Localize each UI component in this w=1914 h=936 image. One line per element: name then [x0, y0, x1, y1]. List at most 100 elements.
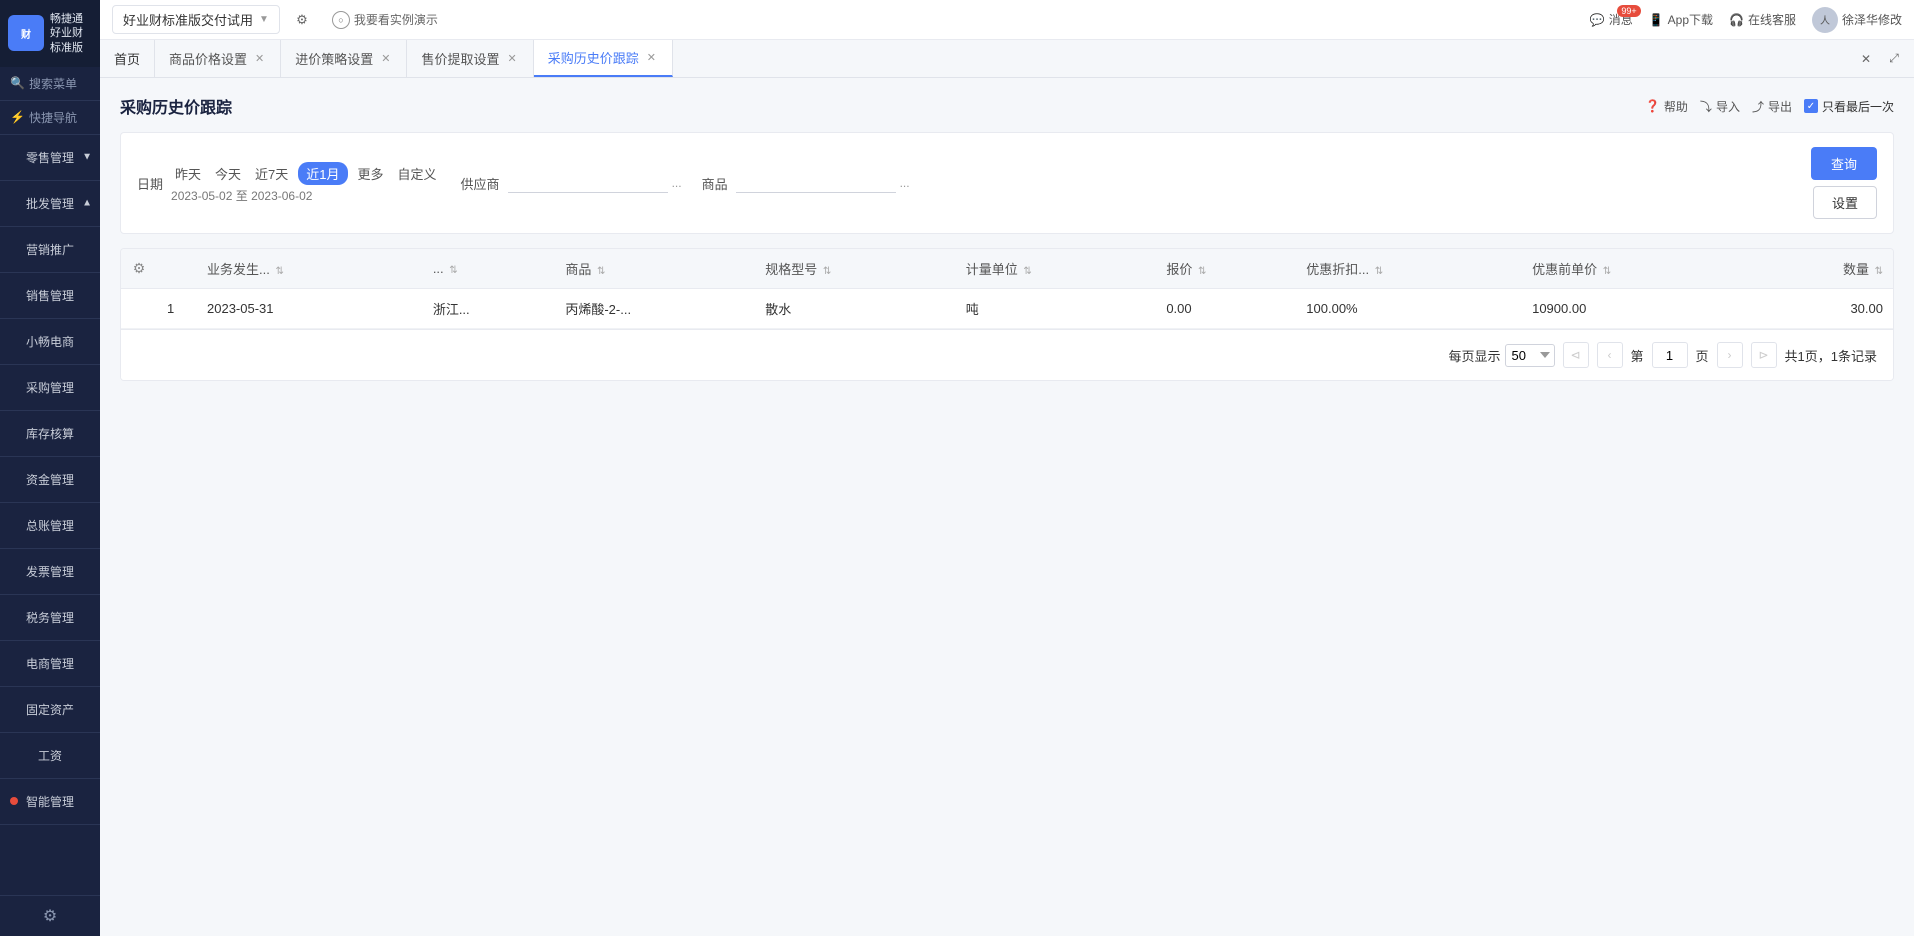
- sidebar-item-label: 采购管理: [26, 379, 74, 396]
- import-button[interactable]: ⤵ 导入: [1700, 98, 1740, 115]
- messages-button[interactable]: 💬 消息 99+: [1590, 11, 1633, 28]
- sidebar-item-finance[interactable]: 资金管理: [0, 457, 100, 503]
- sidebar-item-ecom[interactable]: 电商管理: [0, 641, 100, 687]
- col-supplier-header[interactable]: ... ⇅: [423, 249, 556, 289]
- sidebar-item-inventory[interactable]: 库存核算: [0, 411, 100, 457]
- only-last-checkbox[interactable]: [1804, 99, 1818, 113]
- sidebar-item-assets[interactable]: 固定资产: [0, 687, 100, 733]
- sidebar-logo: 财 畅捷通好业财 标准版: [0, 0, 100, 67]
- help-button[interactable]: ❓ 帮助: [1645, 98, 1688, 115]
- date-option-custom[interactable]: 自定义: [394, 162, 441, 185]
- tab-close-icon[interactable]: ✕: [253, 51, 266, 66]
- col-spec-header[interactable]: 规格型号 ⇅: [755, 249, 956, 289]
- logo-text: 畅捷通好业财 标准版: [50, 12, 92, 55]
- goods-input[interactable]: [736, 173, 896, 193]
- date-option-more[interactable]: 更多: [354, 162, 388, 185]
- only-last-checkbox-label[interactable]: 只看最后一次: [1804, 98, 1894, 115]
- sort-icon: ⇅: [1198, 266, 1206, 277]
- topbar-settings-button[interactable]: ⚙: [288, 6, 316, 34]
- tab-maximize-button[interactable]: ⤢: [1882, 47, 1906, 71]
- messages-badge: 99+: [1617, 5, 1640, 17]
- page-next-button[interactable]: ›: [1717, 342, 1743, 368]
- chevron-down-icon: ▼: [82, 152, 92, 163]
- col-goods-header[interactable]: 商品 ⇅: [555, 249, 755, 289]
- online-service-button[interactable]: 🎧 在线客服: [1729, 11, 1796, 28]
- table-row: 1 2023-05-31 浙江... 丙烯酸-2-... 散水 吨 0.00 1…: [121, 289, 1893, 329]
- date-option-today[interactable]: 今天: [211, 162, 245, 185]
- sidebar-search[interactable]: 🔍 搜索菜单: [0, 67, 100, 101]
- col-date-header[interactable]: 业务发生... ⇅: [197, 249, 423, 289]
- tab-close-icon[interactable]: ✕: [645, 50, 658, 65]
- sidebar-item-label: 营销推广: [26, 241, 74, 258]
- help-icon: ❓: [1645, 99, 1660, 113]
- demo-circle-icon: ○: [332, 11, 350, 29]
- tab-price-extract[interactable]: 售价提取设置 ✕: [407, 40, 533, 77]
- sidebar-item-label: 小畅电商: [26, 333, 74, 350]
- sidebar-item-sales[interactable]: 销售管理: [0, 273, 100, 319]
- sidebar-item-label: 资金管理: [26, 471, 74, 488]
- online-service-label: 在线客服: [1748, 11, 1796, 28]
- date-option-1month[interactable]: 近1月: [298, 162, 347, 185]
- cell-settings: [121, 289, 157, 329]
- page-first-button[interactable]: ⊲: [1563, 342, 1589, 368]
- tab-price-settings[interactable]: 商品价格设置 ✕: [155, 40, 281, 77]
- cell-unit: 吨: [956, 289, 1157, 329]
- settings-icon[interactable]: ⚙: [43, 906, 57, 926]
- sidebar-quicknav[interactable]: ⚡ 快捷导航: [0, 101, 100, 135]
- sidebar-item-label: 批发管理: [26, 195, 74, 212]
- date-option-7days[interactable]: 近7天: [251, 162, 292, 185]
- per-page-select[interactable]: 20 50 100 200: [1505, 344, 1555, 367]
- supplier-more-icon[interactable]: ...: [672, 176, 682, 190]
- tab-purchase-history[interactable]: 采购历史价跟踪 ✕: [534, 40, 673, 77]
- tab-cost-strategy[interactable]: 进价策略设置 ✕: [281, 40, 407, 77]
- sidebar-item-label: 发票管理: [26, 563, 74, 580]
- sidebar-item-ai[interactable]: 智能管理: [0, 779, 100, 825]
- sidebar-item-purchase[interactable]: 采购管理: [0, 365, 100, 411]
- col-price-header[interactable]: 报价 ⇅: [1156, 249, 1296, 289]
- supplier-input[interactable]: [508, 173, 668, 193]
- goods-more-icon[interactable]: ...: [900, 176, 910, 190]
- tab-label: 采购历史价跟踪: [548, 48, 639, 67]
- sidebar-item-retail[interactable]: 零售管理 ▼: [0, 135, 100, 181]
- app-download-button[interactable]: 📱 App下载: [1649, 11, 1713, 28]
- page-prev-button[interactable]: ‹: [1597, 342, 1623, 368]
- chevron-down-icon: ▼: [259, 14, 269, 25]
- quicknav-icon: ⚡: [10, 110, 25, 124]
- sidebar-item-salary[interactable]: 工资: [0, 733, 100, 779]
- sidebar-item-marketing[interactable]: 营销推广: [0, 227, 100, 273]
- sidebar-item-wholesale[interactable]: 批发管理 ▲: [0, 181, 100, 227]
- tab-close-icon[interactable]: ✕: [379, 51, 392, 66]
- version-selector[interactable]: 好业财标准版交付试用 ▼: [112, 5, 280, 34]
- sidebar-item-tax[interactable]: 税务管理: [0, 595, 100, 641]
- query-button[interactable]: 查询: [1811, 147, 1877, 180]
- column-settings-icon[interactable]: ⚙: [133, 260, 146, 276]
- tab-close-icon[interactable]: ✕: [506, 51, 519, 66]
- sidebar-item-ledger[interactable]: 总账管理: [0, 503, 100, 549]
- user-menu[interactable]: 人 徐泽华修改: [1812, 7, 1902, 33]
- sort-icon: ⇅: [449, 265, 457, 276]
- goods-filter: 商品 ...: [702, 173, 910, 193]
- export-button[interactable]: ⤴ 导出: [1752, 98, 1792, 115]
- message-icon: 💬: [1590, 13, 1605, 27]
- cell-price: 0.00: [1156, 289, 1296, 329]
- page-number-input[interactable]: [1652, 342, 1688, 368]
- sidebar-item-label: 库存核算: [26, 425, 74, 442]
- tab-close-window-button[interactable]: ✕: [1854, 47, 1878, 71]
- col-pre-discount-header[interactable]: 优惠前单价 ⇅: [1522, 249, 1753, 289]
- sidebar-item-ecom-small[interactable]: 小畅电商: [0, 319, 100, 365]
- sidebar-item-invoice[interactable]: 发票管理: [0, 549, 100, 595]
- username-label: 徐泽华修改: [1842, 11, 1902, 28]
- table-header-row: ⚙ 业务发生... ⇅ ... ⇅ 商品 ⇅: [121, 249, 1893, 289]
- tab-home[interactable]: 首页: [100, 40, 155, 77]
- filter-buttons: 查询 设置: [1811, 147, 1877, 219]
- settings-button[interactable]: 设置: [1813, 186, 1877, 219]
- page-last-button[interactable]: ⊳: [1751, 342, 1777, 368]
- import-icon: ⤵: [1700, 98, 1712, 115]
- col-unit-header[interactable]: 计量单位 ⇅: [956, 249, 1157, 289]
- sort-icon: ⇅: [1375, 266, 1383, 277]
- col-quantity-header[interactable]: 数量 ⇅: [1753, 249, 1893, 289]
- date-option-yesterday[interactable]: 昨天: [171, 162, 205, 185]
- demo-link[interactable]: ○ 我要看实例演示: [332, 11, 438, 29]
- col-discount-header[interactable]: 优惠折扣... ⇅: [1296, 249, 1522, 289]
- date-options: 昨天 今天 近7天 近1月 更多 自定义: [171, 162, 441, 185]
